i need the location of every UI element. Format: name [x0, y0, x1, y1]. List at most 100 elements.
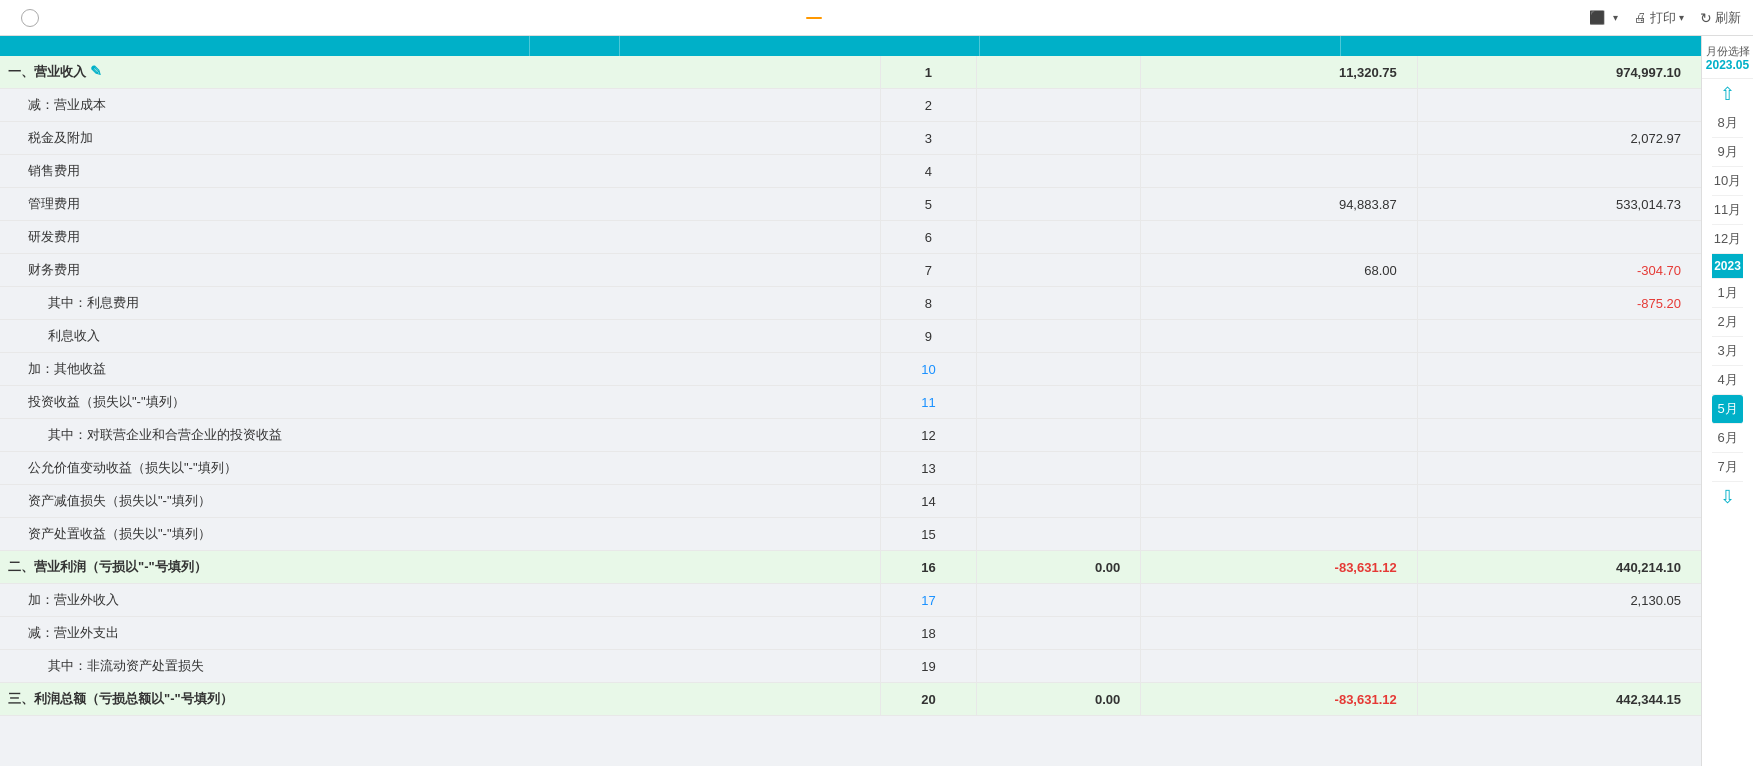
cell-row-num: 5	[881, 188, 976, 221]
cell-row-num: 9	[881, 320, 976, 353]
item-label: 其中：非流动资产处置损失	[48, 658, 204, 673]
cell-month-amount	[976, 56, 1141, 89]
item-label: 其中：对联营企业和合营企业的投资收益	[48, 427, 282, 442]
sidebar-month-item[interactable]: 3月	[1712, 337, 1743, 366]
download-dropdown-arrow[interactable]: ▾	[1613, 12, 1618, 23]
edit-icon[interactable]: ✎	[90, 63, 102, 79]
table-row: 资产处置收益（损失以"-"填列）15	[0, 518, 1701, 551]
cell-item: 研发费用	[0, 221, 881, 254]
cell-month-amount	[976, 287, 1141, 320]
cell-row-num: 19	[881, 650, 976, 683]
cell-row-num: 13	[881, 452, 976, 485]
cell-item: 其中：非流动资产处置损失	[0, 650, 881, 683]
cell-lastyear-amount	[1417, 452, 1701, 485]
table-row: 减：营业成本2	[0, 89, 1701, 122]
table-row: 三、利润总额（亏损总额以"-"号填列）200.00-83,631.12442,3…	[0, 683, 1701, 716]
cell-year-amount	[1141, 89, 1417, 122]
cell-row-num: 18	[881, 617, 976, 650]
cell-month-amount	[976, 89, 1141, 122]
item-label: 投资收益（损失以"-"填列）	[28, 394, 185, 409]
cell-row-num: 10	[881, 353, 976, 386]
item-label: 资产减值损失（损失以"-"填列）	[28, 493, 211, 508]
cell-month-amount	[976, 254, 1141, 287]
cell-year-amount	[1141, 419, 1417, 452]
cell-lastyear-amount: -304.70	[1417, 254, 1701, 287]
top-bar: ⬛ ▾ 🖨 打印 ▾ ↻ 刷新	[0, 0, 1753, 36]
cell-row-num: 17	[881, 584, 976, 617]
cell-item: 三、利润总额（亏损总额以"-"号填列）	[0, 683, 881, 716]
cell-month-amount	[976, 155, 1141, 188]
top-bar-actions: ⬛ ▾ 🖨 打印 ▾ ↻ 刷新	[1573, 9, 1741, 27]
print-dropdown-arrow[interactable]: ▾	[1679, 12, 1684, 23]
cell-row-num: 3	[881, 122, 976, 155]
cell-lastyear-amount: 974,997.10	[1417, 56, 1701, 89]
print-button[interactable]: 🖨 打印 ▾	[1634, 9, 1684, 27]
cell-lastyear-amount	[1417, 89, 1701, 122]
item-label: 三、利润总额（亏损总额以"-"号填列）	[8, 691, 233, 706]
table-row: 二、营业利润（亏损以"-"号填列）160.00-83,631.12440,214…	[0, 551, 1701, 584]
table-row: 加：其他收益10	[0, 353, 1701, 386]
download-button[interactable]: ⬛ ▾	[1589, 10, 1618, 25]
sidebar-month-item[interactable]: 6月	[1712, 424, 1743, 453]
cell-lastyear-amount	[1417, 617, 1701, 650]
content-area: 一、营业收入✎111,320.75974,997.10减：营业成本2税金及附加3…	[0, 36, 1701, 766]
sidebar-month-item[interactable]: 10月	[1712, 167, 1743, 196]
sidebar-month-item[interactable]: 1月	[1712, 279, 1743, 308]
page-title-area	[790, 17, 822, 19]
status-badge[interactable]	[806, 17, 822, 19]
sidebar-month-item[interactable]: 9月	[1712, 138, 1743, 167]
cell-month-amount	[976, 650, 1141, 683]
cell-lastyear-amount: 533,014.73	[1417, 188, 1701, 221]
table-row: 其中：对联营企业和合营企业的投资收益 12	[0, 419, 1701, 452]
cell-item: 管理费用	[0, 188, 881, 221]
cell-item: 其中：利息费用	[0, 287, 881, 320]
sidebar-month-item[interactable]: 8月	[1712, 109, 1743, 138]
cell-year-amount	[1141, 584, 1417, 617]
cell-lastyear-amount	[1417, 518, 1701, 551]
cell-year-amount: 11,320.75	[1141, 56, 1417, 89]
cell-month-amount	[976, 188, 1141, 221]
table-row: 其中：非流动资产处置损失 19	[0, 650, 1701, 683]
table-row: 减：营业外支出18	[0, 617, 1701, 650]
cell-month-amount: 0.00	[976, 551, 1141, 584]
cell-lastyear-amount: 2,072.97	[1417, 122, 1701, 155]
sidebar-month-item[interactable]: 11月	[1712, 196, 1743, 225]
cell-year-amount	[1141, 617, 1417, 650]
cell-row-num: 12	[881, 419, 976, 452]
refresh-button[interactable]: ↻ 刷新	[1700, 9, 1741, 27]
cell-month-amount	[976, 386, 1141, 419]
table-row: 加：营业外收入 17 2,130.05	[0, 584, 1701, 617]
col-header-lastyear	[1341, 36, 1701, 56]
cell-lastyear-amount: 440,214.10	[1417, 551, 1701, 584]
cell-year-amount	[1141, 287, 1417, 320]
sidebar-month-item[interactable]: 12月	[1712, 225, 1743, 254]
help-icon[interactable]	[21, 9, 39, 27]
selected-month-year: 2023.05	[1704, 58, 1751, 74]
cell-month-amount	[976, 419, 1141, 452]
sidebar-year-label[interactable]: 2023	[1712, 254, 1743, 279]
cell-month-amount	[976, 518, 1141, 551]
cell-year-amount	[1141, 518, 1417, 551]
month-sidebar: 月份选择 2023.05 ⇧ 8月9月10月11月12月20231月2月3月4月…	[1701, 36, 1753, 766]
sidebar-month-item[interactable]: 5月	[1712, 395, 1743, 424]
sidebar-month-item[interactable]: 2月	[1712, 308, 1743, 337]
sidebar-month-item[interactable]: 7月	[1712, 453, 1743, 482]
col-header-month	[620, 36, 980, 56]
cell-lastyear-amount: 2,130.05	[1417, 584, 1701, 617]
cell-year-amount: -83,631.12	[1141, 551, 1417, 584]
cell-year-amount	[1141, 221, 1417, 254]
item-label: 资产处置收益（损失以"-"填列）	[28, 526, 211, 541]
scroll-up-btn[interactable]: ⇧	[1716, 79, 1739, 109]
cell-row-num: 7	[881, 254, 976, 287]
cell-item: 资产减值损失（损失以"-"填列）	[0, 485, 881, 518]
sidebar-month-item[interactable]: 4月	[1712, 366, 1743, 395]
cell-month-amount	[976, 485, 1141, 518]
item-label: 加：营业外收入	[28, 592, 119, 607]
cell-lastyear-amount	[1417, 485, 1701, 518]
cell-row-num: 11	[881, 386, 976, 419]
scroll-down-btn[interactable]: ⇩	[1716, 482, 1739, 512]
item-label: 二、营业利润（亏损以"-"号填列）	[8, 559, 207, 574]
refresh-icon: ↻	[1700, 10, 1712, 26]
cell-year-amount: 68.00	[1141, 254, 1417, 287]
cell-row-num: 6	[881, 221, 976, 254]
